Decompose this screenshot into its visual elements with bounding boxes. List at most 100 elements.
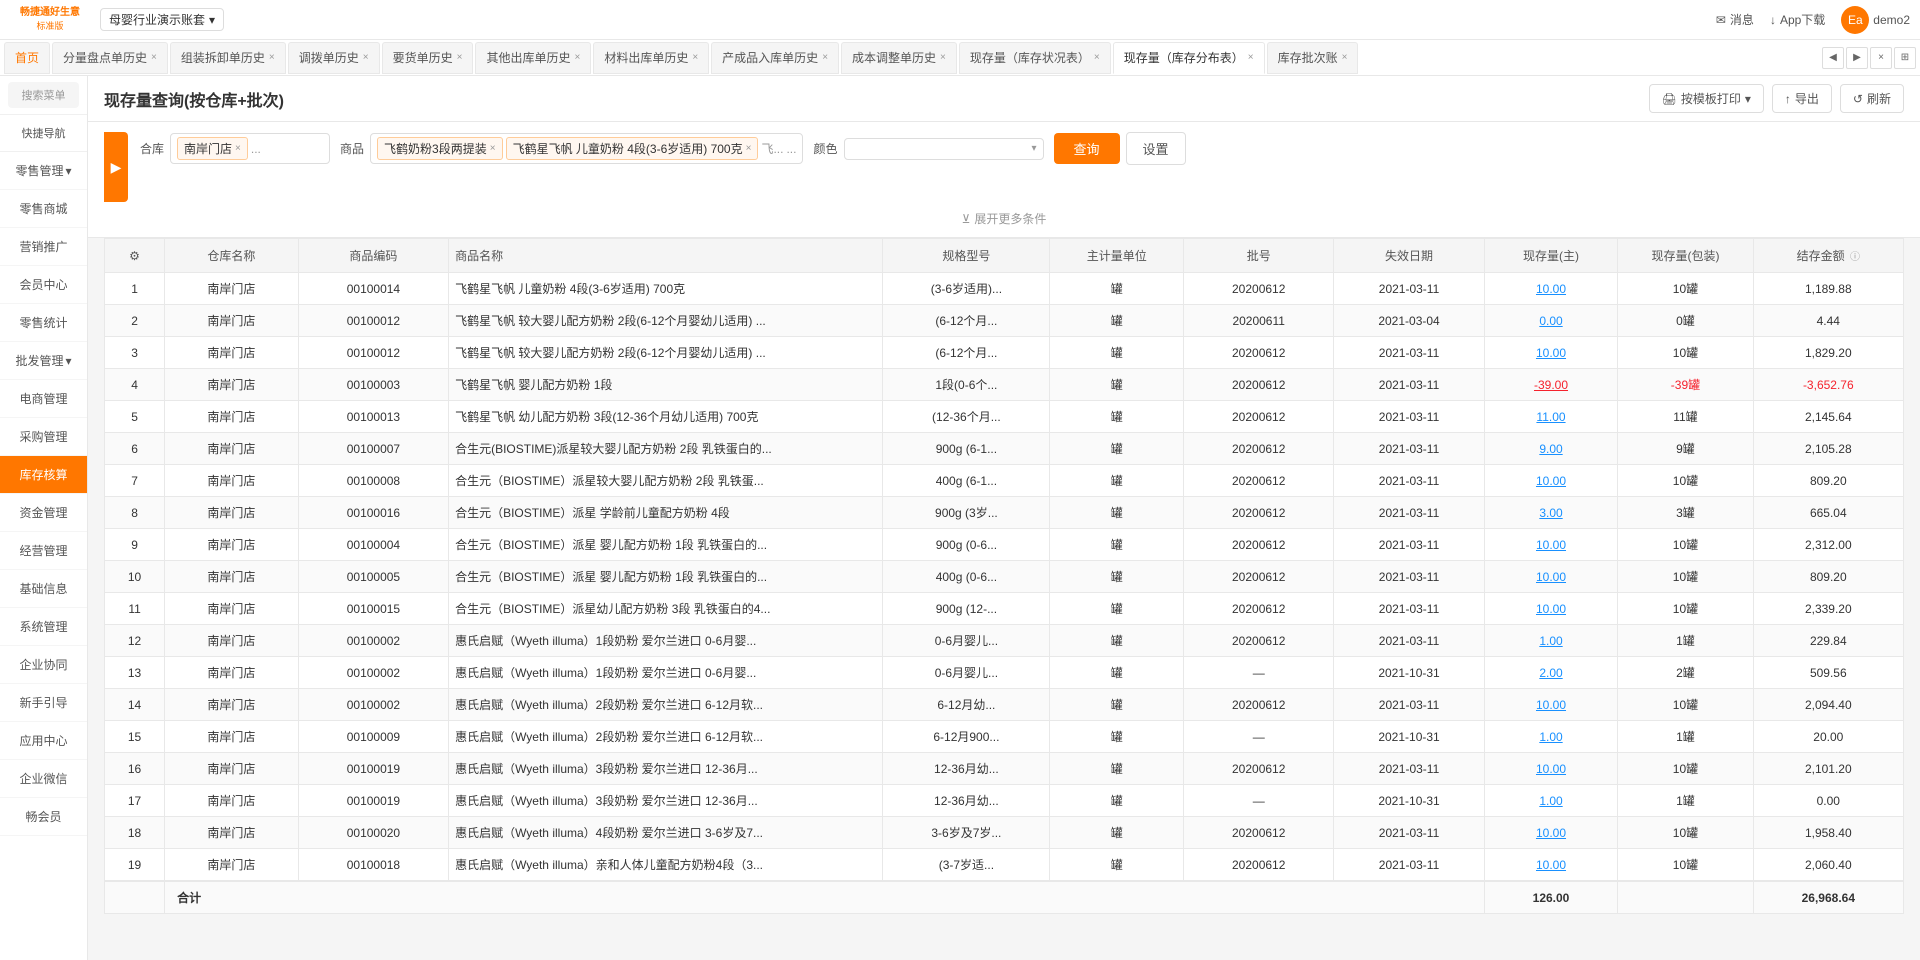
cell-spec: 6-12月幼... bbox=[883, 689, 1050, 721]
cell-qty[interactable]: -39.00 bbox=[1484, 369, 1618, 401]
close-icon[interactable]: × bbox=[1094, 52, 1100, 63]
cell-qty[interactable]: 1.00 bbox=[1484, 625, 1618, 657]
warehouse-tag-close[interactable]: × bbox=[235, 143, 241, 154]
color-input-container[interactable]: ▾ bbox=[844, 138, 1044, 160]
sidebar-item-retail-mgmt[interactable]: 零售管理 ▾ bbox=[0, 152, 87, 190]
tab-cost-adjust[interactable]: 成本调整单历史 × bbox=[841, 42, 957, 74]
expand-more-btn[interactable]: ⊻ 展开更多条件 bbox=[104, 210, 1904, 227]
cell-qty[interactable]: 9.00 bbox=[1484, 433, 1618, 465]
refresh-btn[interactable]: ↺ 刷新 bbox=[1840, 84, 1904, 113]
tab-transfer[interactable]: 调拨单历史 × bbox=[288, 42, 380, 74]
cell-balance: 1,189.88 bbox=[1753, 273, 1903, 305]
settings-btn[interactable]: 设置 bbox=[1126, 132, 1186, 165]
cell-qty[interactable]: 10.00 bbox=[1484, 561, 1618, 593]
app-download-label: App下载 bbox=[1780, 11, 1825, 28]
tab-next-btn[interactable]: ▶ bbox=[1846, 47, 1868, 69]
cell-pkg: 2罐 bbox=[1618, 657, 1753, 689]
cell-qty[interactable]: 10.00 bbox=[1484, 337, 1618, 369]
print-btn[interactable]: 🖨 按模板打印 ▾ bbox=[1649, 84, 1764, 113]
tab-stock-dist[interactable]: 现存量（库存分布表） × bbox=[1113, 42, 1265, 74]
goods-tag-2-close[interactable]: × bbox=[746, 143, 752, 154]
sidebar-item-inventory-check[interactable]: 库存核算 bbox=[0, 456, 87, 494]
cell-qty[interactable]: 10.00 bbox=[1484, 529, 1618, 561]
tab-stock-status[interactable]: 现存量（库存状况表） × bbox=[959, 42, 1111, 74]
cell-qty[interactable]: 11.00 bbox=[1484, 401, 1618, 433]
sidebar-item-basic-info[interactable]: 基础信息 bbox=[0, 570, 87, 608]
cell-spec: (3-6岁适用)... bbox=[883, 273, 1050, 305]
sidebar-item-operations-mgmt[interactable]: 经营管理 bbox=[0, 532, 87, 570]
warehouse-input-container[interactable]: 南岸门店 × ... bbox=[170, 133, 330, 164]
tab-split-inventory[interactable]: 分量盘点单历史 × bbox=[52, 42, 168, 74]
sidebar-item-enterprise-collab[interactable]: 企业协同 bbox=[0, 646, 87, 684]
tab-close-btn[interactable]: × bbox=[1870, 47, 1892, 69]
close-icon[interactable]: × bbox=[692, 52, 698, 63]
sidebar-item-enterprise-wechat[interactable]: 企业微信 bbox=[0, 760, 87, 798]
cell-qty[interactable]: 0.00 bbox=[1484, 305, 1618, 337]
sidebar-item-purchase-mgmt[interactable]: 采购管理 bbox=[0, 418, 87, 456]
cell-qty[interactable]: 10.00 bbox=[1484, 593, 1618, 625]
print-icon: 🖨 bbox=[1662, 92, 1677, 106]
close-icon[interactable]: × bbox=[457, 52, 463, 63]
cell-qty[interactable]: 2.00 bbox=[1484, 657, 1618, 689]
goods-input-container[interactable]: 飞鹤奶粉3段两提装 × 飞鹤星飞帆 儿童奶粉 4段(3-6岁适用) 700克 ×… bbox=[370, 133, 803, 164]
cell-qty[interactable]: 10.00 bbox=[1484, 273, 1618, 305]
tab-home[interactable]: 首页 bbox=[4, 42, 50, 74]
cell-warehouse: 南岸门店 bbox=[165, 529, 299, 561]
sidebar-item-vip-member[interactable]: 畅会员 bbox=[0, 798, 87, 836]
sidebar-item-finance-mgmt[interactable]: 资金管理 bbox=[0, 494, 87, 532]
close-icon[interactable]: × bbox=[363, 52, 369, 63]
message-btn[interactable]: ✉ 消息 bbox=[1716, 11, 1754, 28]
settings-icon: ⚙ bbox=[129, 249, 140, 263]
cell-qty[interactable]: 10.00 bbox=[1484, 849, 1618, 882]
goods-tag-1-close[interactable]: × bbox=[490, 143, 496, 154]
cell-qty[interactable]: 1.00 bbox=[1484, 721, 1618, 753]
app-download-btn[interactable]: ↓ App下载 bbox=[1770, 11, 1825, 28]
cell-batch: — bbox=[1184, 785, 1334, 817]
account-dropdown[interactable]: 母婴行业演示账套 ▾ bbox=[100, 8, 224, 31]
cell-no: 14 bbox=[105, 689, 165, 721]
export-btn[interactable]: ↑ 导出 bbox=[1772, 84, 1832, 113]
table-row: 13 南岸门店 00100002 惠氏启赋（Wyeth illuma）1段奶粉 … bbox=[105, 657, 1904, 689]
sidebar-item-retail-stats[interactable]: 零售统计 bbox=[0, 304, 87, 342]
cell-qty[interactable]: 1.00 bbox=[1484, 785, 1618, 817]
shortcut-nav-btn[interactable]: 快捷导航 bbox=[0, 119, 87, 147]
close-icon[interactable]: × bbox=[1248, 52, 1254, 63]
cell-qty[interactable]: 3.00 bbox=[1484, 497, 1618, 529]
sidebar-item-app-center[interactable]: 应用中心 bbox=[0, 722, 87, 760]
close-icon[interactable]: × bbox=[1342, 52, 1348, 63]
tab-batch-account[interactable]: 库存批次账 × bbox=[1267, 42, 1359, 74]
search-menu-btn[interactable]: 搜索菜单 bbox=[8, 82, 79, 108]
th-settings[interactable]: ⚙ bbox=[105, 239, 165, 273]
sidebar-item-wholesale-mgmt[interactable]: 批发管理 ▾ bbox=[0, 342, 87, 380]
tab-other-out[interactable]: 其他出库单历史 × bbox=[475, 42, 591, 74]
sidebar-item-retail-shop[interactable]: 零售商城 bbox=[0, 190, 87, 228]
query-btn[interactable]: 查询 bbox=[1054, 133, 1120, 164]
cell-qty[interactable]: 10.00 bbox=[1484, 817, 1618, 849]
close-icon[interactable]: × bbox=[151, 52, 157, 63]
sidebar-item-system-mgmt[interactable]: 系统管理 bbox=[0, 608, 87, 646]
tab-product-in[interactable]: 产成品入库单历史 × bbox=[711, 42, 839, 74]
cell-qty[interactable]: 10.00 bbox=[1484, 753, 1618, 785]
tab-menu-btn[interactable]: ⊞ bbox=[1894, 47, 1916, 69]
filter-expand-btn[interactable]: ▶ bbox=[104, 132, 128, 202]
close-icon[interactable]: × bbox=[940, 52, 946, 63]
cell-expire: 2021-03-11 bbox=[1334, 273, 1484, 305]
close-icon[interactable]: × bbox=[574, 52, 580, 63]
close-icon[interactable]: × bbox=[269, 52, 275, 63]
sidebar-item-member-center[interactable]: 会员中心 bbox=[0, 266, 87, 304]
cell-expire: 2021-03-11 bbox=[1334, 625, 1484, 657]
cell-qty[interactable]: 10.00 bbox=[1484, 465, 1618, 497]
sidebar-item-ecommerce-mgmt[interactable]: 电商管理 bbox=[0, 380, 87, 418]
color-input[interactable] bbox=[851, 142, 1032, 156]
info-icon[interactable]: ⓘ bbox=[1850, 252, 1860, 263]
close-icon[interactable]: × bbox=[822, 52, 828, 63]
user-area[interactable]: Ea demo2 bbox=[1841, 6, 1910, 34]
sidebar-item-marketing[interactable]: 营销推广 bbox=[0, 228, 87, 266]
tab-disassemble[interactable]: 组装拆卸单历史 × bbox=[170, 42, 286, 74]
tab-prev-btn[interactable]: ◀ bbox=[1822, 47, 1844, 69]
cell-qty[interactable]: 10.00 bbox=[1484, 689, 1618, 721]
sidebar-item-new-guide[interactable]: 新手引导 bbox=[0, 684, 87, 722]
tab-want-goods[interactable]: 要货单历史 × bbox=[382, 42, 474, 74]
goods-tag-text-1: 飞鹤奶粉3段两提装 bbox=[384, 140, 487, 157]
tab-material-out[interactable]: 材料出库单历史 × bbox=[593, 42, 709, 74]
